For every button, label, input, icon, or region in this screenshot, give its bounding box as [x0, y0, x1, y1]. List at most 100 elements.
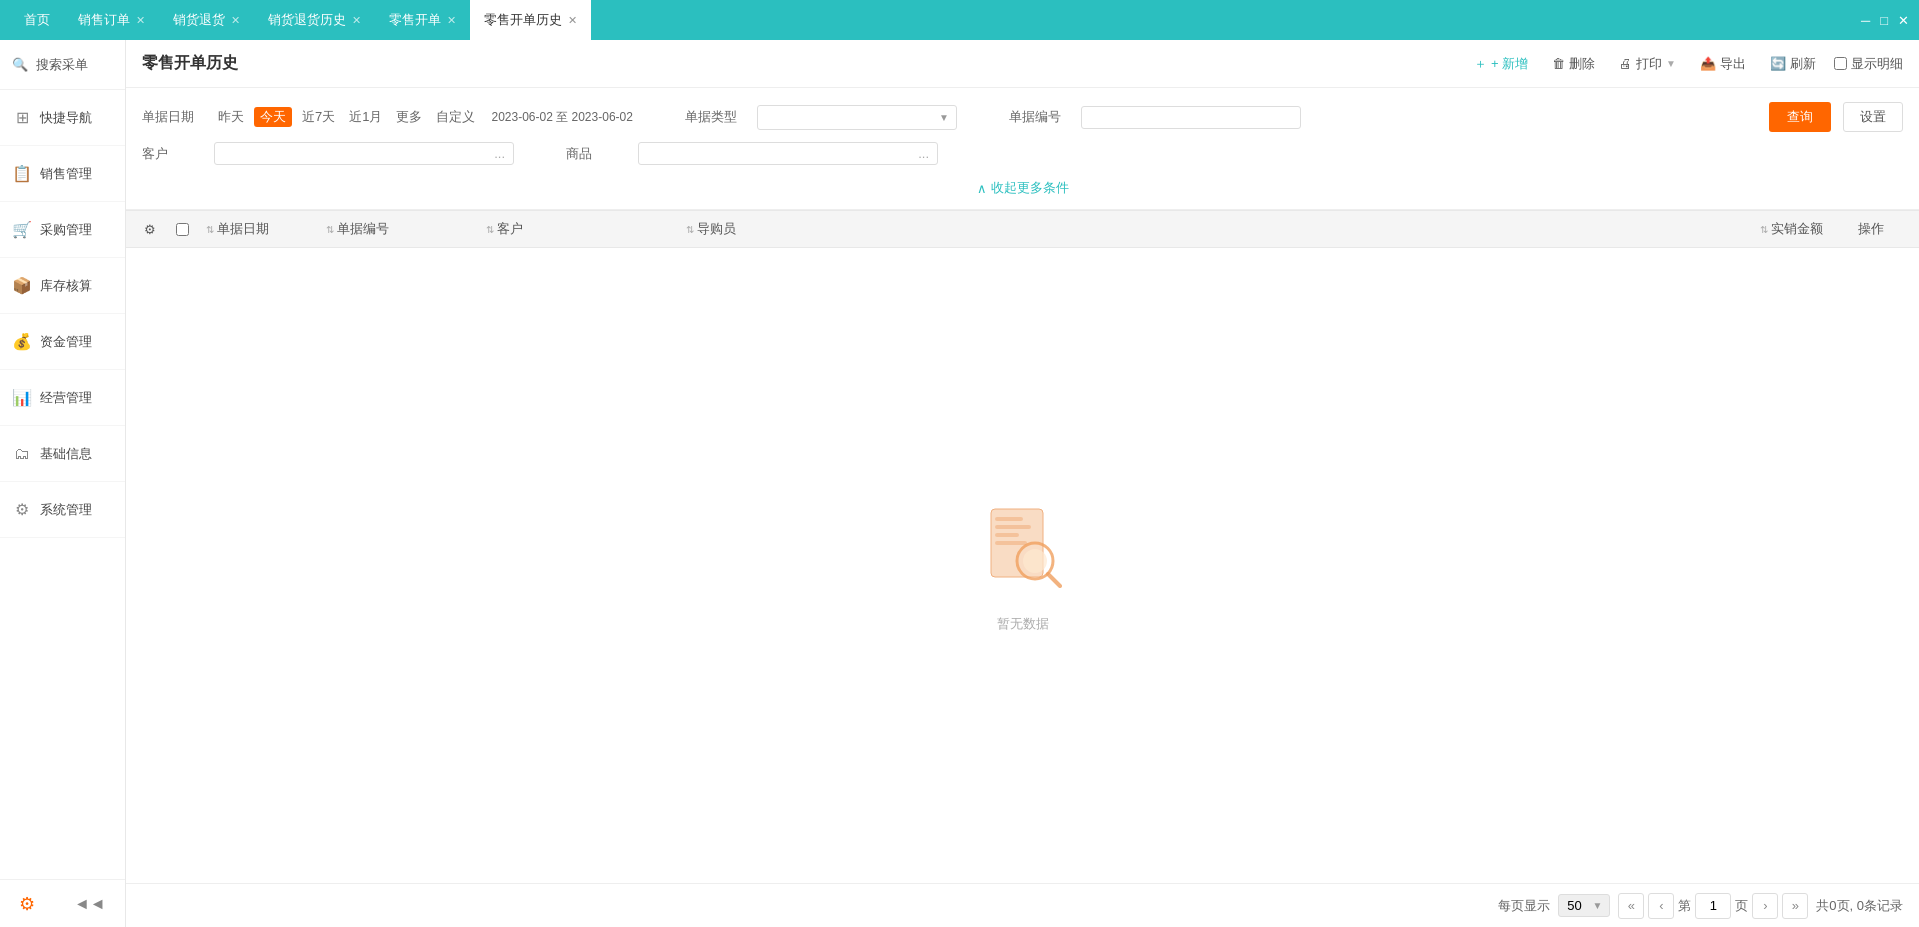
page-title: 零售开单历史: [142, 53, 238, 74]
content-area: 零售开单历史 ＋ + 新增 🗑 删除 🖨 打印 ▼ 📤 导出: [126, 40, 1919, 927]
svg-point-6: [1023, 549, 1047, 573]
th-customer[interactable]: ⇅ 客户: [478, 220, 678, 238]
date-shortcut-yesterday[interactable]: 昨天: [214, 107, 248, 127]
last-page-icon: »: [1792, 898, 1799, 913]
date-shortcut-1month[interactable]: 近1月: [345, 107, 386, 127]
sidebar-item-finance[interactable]: 💰 资金管理: [0, 314, 125, 370]
show-detail-input[interactable]: [1834, 57, 1847, 70]
finance-icon: 💰: [12, 332, 32, 351]
query-button[interactable]: 查询: [1769, 102, 1831, 132]
th-num[interactable]: ⇅ 单据编号: [318, 220, 478, 238]
th-amount[interactable]: ⇅ 实销金额: [1731, 220, 1831, 238]
tab-close-sales-return-history[interactable]: ✕: [352, 14, 361, 27]
tab-close-retail-open[interactable]: ✕: [447, 14, 456, 27]
sort-icon-date: ⇅: [206, 224, 214, 235]
delete-button[interactable]: 🗑 删除: [1546, 51, 1601, 77]
tab-home[interactable]: 首页: [10, 0, 64, 40]
settings-button[interactable]: 设置: [1843, 102, 1903, 132]
num-input-wrap: [1081, 106, 1301, 129]
type-select[interactable]: [757, 105, 957, 130]
next-page-icon: ›: [1763, 898, 1767, 913]
date-shortcut-7days[interactable]: 近7天: [298, 107, 339, 127]
sys-mgmt-icon: ⚙: [12, 500, 32, 519]
th-check[interactable]: [166, 223, 198, 236]
tab-close-sales-order[interactable]: ✕: [136, 14, 145, 27]
page-number-input[interactable]: [1695, 893, 1731, 919]
sidebar-item-sys-mgmt[interactable]: ⚙ 系统管理: [0, 482, 125, 538]
sort-icon-salesperson: ⇅: [686, 224, 694, 235]
page-suffix: 页: [1735, 897, 1748, 915]
sidebar-collapse-btn[interactable]: ◄◄: [74, 895, 106, 913]
th-salesperson[interactable]: ⇅ 导购员: [678, 220, 798, 238]
table-wrap: ⚙ ⇅ 单据日期 ⇅ 单据编号 ⇅ 客户 ⇅: [126, 210, 1919, 927]
operation-icon: 📊: [12, 388, 32, 407]
type-select-wrap: [757, 105, 957, 130]
first-page-btn[interactable]: «: [1618, 893, 1644, 919]
table-settings-icon[interactable]: ⚙: [144, 222, 156, 237]
next-page-btn[interactable]: ›: [1752, 893, 1778, 919]
th-date[interactable]: ⇅ 单据日期: [198, 220, 318, 238]
svg-line-7: [1048, 574, 1060, 586]
goods-input-wrap: ...: [638, 142, 938, 165]
tab-close-retail-history[interactable]: ✕: [568, 14, 577, 27]
toolbar: ＋ + 新增 🗑 删除 🖨 打印 ▼ 📤 导出 🔄: [1468, 51, 1903, 77]
per-page-select[interactable]: 20 50 100: [1558, 894, 1610, 917]
collapse-filter-btn[interactable]: ∧ 收起更多条件: [142, 175, 1903, 201]
empty-state: 暂无数据: [126, 248, 1919, 883]
goods-input[interactable]: [647, 146, 918, 161]
num-input[interactable]: [1090, 110, 1292, 125]
new-button[interactable]: ＋ + 新增: [1468, 51, 1534, 77]
sidebar-item-basic-info[interactable]: 🗂 基础信息: [0, 426, 125, 482]
prev-page-btn[interactable]: ‹: [1648, 893, 1674, 919]
sidebar-item-operation[interactable]: 📊 经营管理: [0, 370, 125, 426]
sidebar-bottom: ⚙ ◄◄: [0, 879, 125, 927]
maximize-btn[interactable]: □: [1880, 13, 1888, 28]
close-window-btn[interactable]: ✕: [1898, 13, 1909, 28]
date-shortcuts: 昨天 今天 近7天 近1月 更多 自定义: [214, 107, 479, 127]
print-button[interactable]: 🖨 打印 ▼: [1613, 51, 1682, 77]
tab-sales-return[interactable]: 销货退货 ✕: [159, 0, 254, 40]
page-nav: « ‹ 第 页 › »: [1618, 893, 1808, 919]
date-shortcut-more[interactable]: 更多: [392, 107, 426, 127]
tab-sales-order[interactable]: 销售订单 ✕: [64, 0, 159, 40]
sidebar-item-purchase-mgmt[interactable]: 🛒 采购管理: [0, 202, 125, 258]
filter-row-2: 客户 ... 商品 ...: [142, 142, 1903, 165]
goods-filter-label: 商品: [566, 145, 626, 163]
customer-filter-label: 客户: [142, 145, 202, 163]
sidebar-item-sales-mgmt[interactable]: 📋 销售管理: [0, 146, 125, 202]
goods-ellipsis[interactable]: ...: [918, 146, 929, 161]
tab-sales-return-history[interactable]: 销货退货历史 ✕: [254, 0, 375, 40]
tab-retail-open[interactable]: 零售开单 ✕: [375, 0, 470, 40]
sidebar-item-quick-nav[interactable]: ⊞ 快捷导航: [0, 90, 125, 146]
refresh-icon: 🔄: [1770, 56, 1786, 71]
tab-close-sales-return[interactable]: ✕: [231, 14, 240, 27]
num-filter-label: 单据编号: [1009, 108, 1069, 126]
collapse-icon: ∧: [977, 181, 987, 196]
pagination: 每页显示 20 50 100 « ‹ 第: [126, 883, 1919, 927]
minimize-btn[interactable]: ─: [1861, 13, 1870, 28]
refresh-button[interactable]: 🔄 刷新: [1764, 51, 1822, 77]
empty-text: 暂无数据: [997, 615, 1049, 633]
date-shortcut-today[interactable]: 今天: [254, 107, 292, 127]
customer-input[interactable]: [223, 146, 494, 161]
sidebar-search[interactable]: 🔍 搜索采单: [0, 40, 125, 90]
export-button[interactable]: 📤 导出: [1694, 51, 1752, 77]
tab-retail-history[interactable]: 零售开单历史 ✕: [470, 0, 591, 40]
page-header: 零售开单历史 ＋ + 新增 🗑 删除 🖨 打印 ▼ 📤 导出: [126, 40, 1919, 88]
select-all-checkbox[interactable]: [176, 223, 189, 236]
first-page-icon: «: [1628, 898, 1635, 913]
filter-area: 单据日期 昨天 今天 近7天 近1月 更多 自定义 2023-06-02 至 2…: [126, 88, 1919, 210]
empty-icon: [973, 499, 1073, 599]
sort-icon-amount: ⇅: [1760, 224, 1768, 235]
sidebar-settings-btn[interactable]: ⚙: [19, 893, 35, 915]
print-icon: 🖨: [1619, 56, 1632, 71]
customer-input-wrap: ...: [214, 142, 514, 165]
show-detail-checkbox[interactable]: 显示明细: [1834, 55, 1903, 73]
last-page-btn[interactable]: »: [1782, 893, 1808, 919]
main-layout: 🔍 搜索采单 ⊞ 快捷导航 📋 销售管理 🛒 采购管理 📦 库存核算 💰 资金管…: [0, 40, 1919, 927]
sidebar-item-inventory[interactable]: 📦 库存核算: [0, 258, 125, 314]
th-settings[interactable]: ⚙: [134, 222, 166, 237]
date-shortcut-custom[interactable]: 自定义: [432, 107, 479, 127]
window-controls: ─ □ ✕: [1861, 13, 1909, 28]
customer-ellipsis[interactable]: ...: [494, 146, 505, 161]
